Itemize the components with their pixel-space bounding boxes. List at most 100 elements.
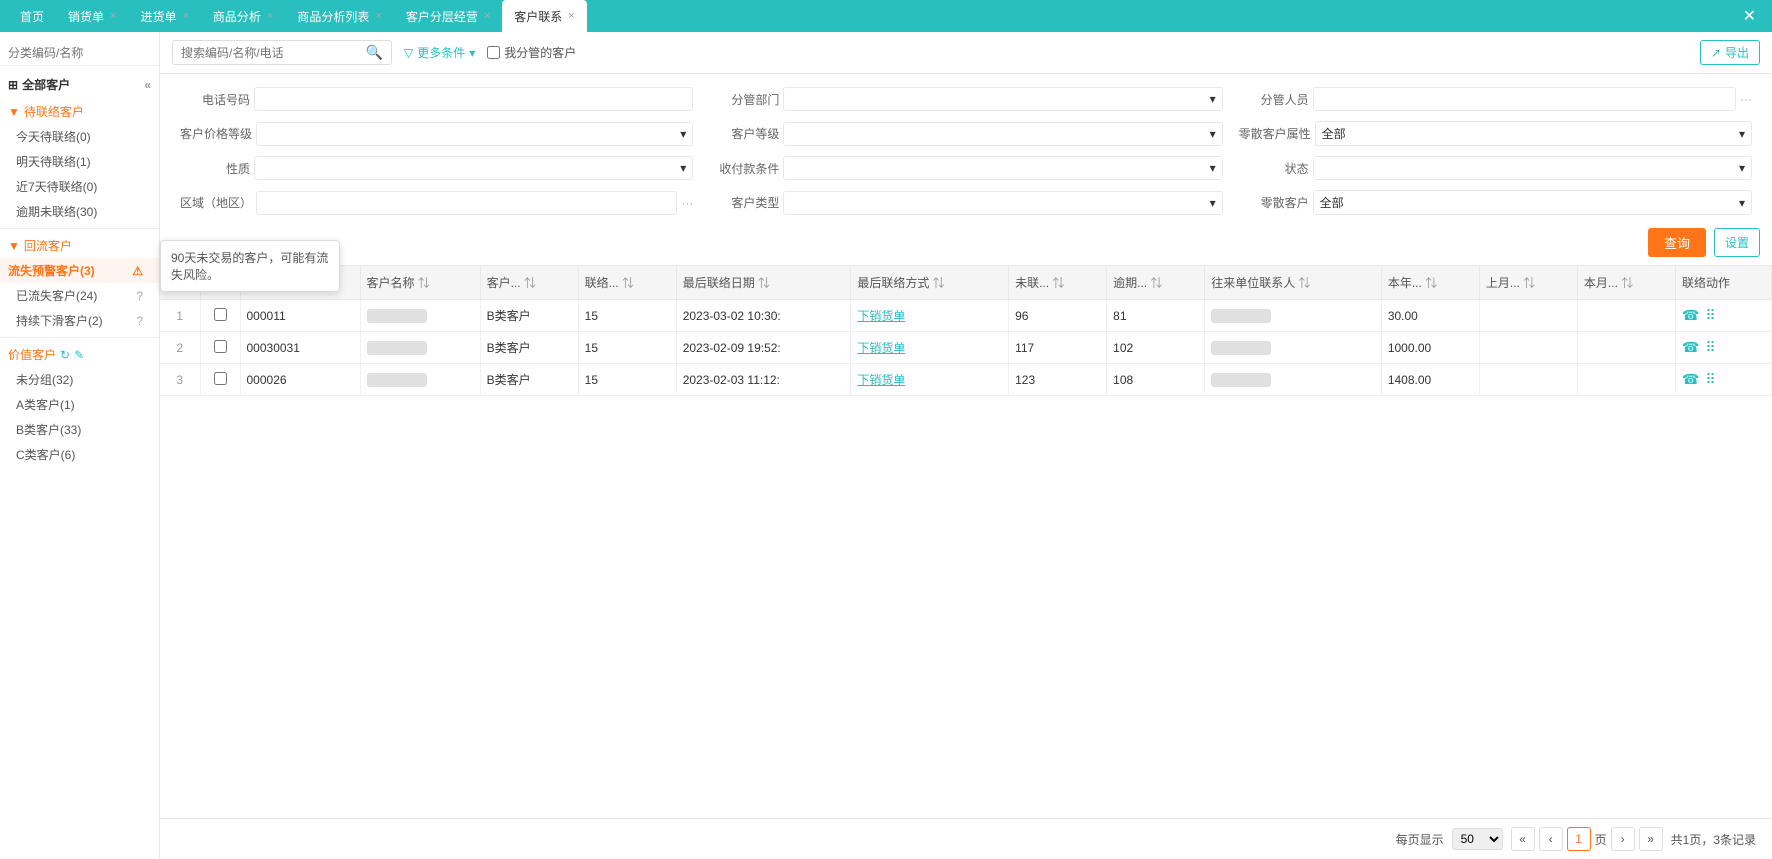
sidebar-all-customers[interactable]: ⊞ 全部客户 «	[0, 70, 159, 99]
last-page-button[interactable]: »	[1639, 827, 1663, 851]
filter-department-select[interactable]: ▾	[783, 87, 1222, 111]
sidebar-item-b-class[interactable]: B类客户(33)	[0, 417, 159, 442]
query-button[interactable]: 查询	[1648, 228, 1706, 257]
question-icon-2[interactable]: ?	[136, 314, 143, 328]
row-customer-type-0: B类客户	[480, 300, 578, 332]
sidebar-divider-1	[0, 228, 159, 229]
filter-region-dots[interactable]: ···	[681, 196, 693, 210]
tab-customer-contact[interactable]: 客户联系 ×	[502, 0, 586, 32]
filter-sparse-attr-value: 全部	[1322, 125, 1346, 142]
row-checkbox-2[interactable]	[200, 364, 240, 396]
main-search-input[interactable]	[181, 46, 366, 60]
row-method-link-1[interactable]: 下销货单	[857, 341, 905, 355]
row-last-date-0: 2023-03-02 10:30:	[676, 300, 851, 332]
filter-nature-select[interactable]: ▾	[254, 156, 693, 180]
question-icon[interactable]: ?	[136, 289, 143, 303]
more-filters-button[interactable]: ▽ 更多条件 ▾	[404, 44, 475, 61]
filter-sparse-customer-select[interactable]: 全部 ▾	[1313, 190, 1752, 215]
sort-icon-year[interactable]: ⇅	[1425, 276, 1437, 290]
sidebar-item-today[interactable]: 今天待联络(0)	[0, 124, 159, 149]
sidebar-item-churn-warning[interactable]: 流失预警客户(3) ⚠	[0, 258, 159, 283]
tab-purchase-order-close[interactable]: ×	[182, 10, 188, 22]
sort-icon-thismonth[interactable]: ⇅	[1621, 276, 1633, 290]
row-last-month-0	[1479, 300, 1577, 332]
filter-manager-select[interactable]	[1313, 87, 1736, 111]
filter-price-level-select[interactable]: ▾	[256, 122, 693, 146]
th-this-year: 本年... ⇅	[1381, 266, 1479, 300]
filter-manager-dots[interactable]: ···	[1740, 92, 1752, 106]
my-customers-checkbox[interactable]	[487, 46, 500, 59]
tab-sales-order[interactable]: 销货单 ×	[56, 0, 128, 32]
sidebar-item-declining[interactable]: 持续下滑客户(2) ?	[0, 308, 159, 333]
row-checkbox-1[interactable]	[200, 332, 240, 364]
main-search-button[interactable]: 🔍	[366, 44, 383, 61]
sort-icon-type[interactable]: ⇅	[524, 276, 536, 290]
sidebar-search-input[interactable]	[8, 46, 160, 60]
row-last-method-0[interactable]: 下销货单	[851, 300, 1009, 332]
settings-button[interactable]: 设置	[1714, 228, 1760, 257]
row-last-method-2[interactable]: 下销货单	[851, 364, 1009, 396]
sort-icon-date[interactable]: ⇅	[758, 276, 770, 290]
tab-home[interactable]: 首页	[8, 0, 56, 32]
pagination-nav: « ‹ 1 页 › »	[1511, 827, 1663, 851]
more-action-icon-1[interactable]: ⠿	[1705, 339, 1715, 356]
row-method-link-2[interactable]: 下销货单	[857, 373, 905, 387]
filter-region-select[interactable]	[256, 191, 677, 215]
more-action-icon-0[interactable]: ⠿	[1705, 307, 1715, 324]
tab-product-analysis-list-close[interactable]: ×	[375, 10, 381, 22]
filter-phone-input[interactable]	[254, 87, 693, 111]
edit-icon[interactable]: ✎	[74, 348, 84, 362]
tab-product-analysis[interactable]: 商品分析 ×	[201, 0, 285, 32]
sidebar-group-pending[interactable]: ▼ 待联络客户	[0, 99, 159, 124]
row-check-2[interactable]	[214, 372, 227, 385]
sidebar-item-churned[interactable]: 已流失客户(24) ?	[0, 283, 159, 308]
sidebar-item-ungroup[interactable]: 未分组(32)	[0, 367, 159, 392]
next-page-button[interactable]: ›	[1611, 827, 1635, 851]
tab-customer-tiering[interactable]: 客户分层经营 ×	[394, 0, 502, 32]
filter-sparse-attr-label: 零散客户属性	[1239, 125, 1311, 142]
sidebar-collapse-icon[interactable]: «	[144, 78, 151, 92]
per-page-select[interactable]: 50 100 200	[1452, 828, 1503, 850]
contact-icon-2[interactable]: ☎	[1682, 371, 1699, 388]
row-check-1[interactable]	[214, 340, 227, 353]
tab-product-analysis-close[interactable]: ×	[267, 10, 273, 22]
filter-status-select[interactable]: ▾	[1313, 156, 1752, 180]
row-checkbox-0[interactable]	[200, 300, 240, 332]
row-last-method-1[interactable]: 下销货单	[851, 332, 1009, 364]
sidebar-item-tomorrow[interactable]: 明天待联络(1)	[0, 149, 159, 174]
sort-icon-overdue[interactable]: ⇅	[1151, 276, 1163, 290]
sort-icon-uncontacted[interactable]: ⇅	[1052, 276, 1064, 290]
contact-icon-0[interactable]: ☎	[1682, 307, 1699, 324]
export-button[interactable]: ↗ 导出	[1700, 40, 1760, 65]
tab-customer-contact-close[interactable]: ×	[568, 10, 574, 22]
sidebar-group-return[interactable]: ▼ 回流客户	[0, 233, 159, 258]
sort-icon-name[interactable]: ⇅	[418, 276, 430, 290]
tab-customer-tiering-label: 客户分层经营	[406, 8, 478, 25]
tab-purchase-order[interactable]: 进货单 ×	[128, 0, 200, 32]
row-method-link-0[interactable]: 下销货单	[857, 309, 905, 323]
prev-page-button[interactable]: ‹	[1539, 827, 1563, 851]
filter-sparse-attr-select[interactable]: 全部 ▾	[1315, 121, 1752, 146]
first-page-button[interactable]: «	[1511, 827, 1535, 851]
filter-customer-level-select[interactable]: ▾	[783, 122, 1222, 146]
contact-icon-1[interactable]: ☎	[1682, 339, 1699, 356]
tab-customer-tiering-close[interactable]: ×	[484, 10, 490, 22]
refresh-icon[interactable]: ↻	[60, 348, 70, 362]
sort-icon-contact[interactable]: ⇅	[622, 276, 634, 290]
row-check-0[interactable]	[214, 308, 227, 321]
more-action-icon-2[interactable]: ⠿	[1705, 371, 1715, 388]
sidebar-item-a-class[interactable]: A类客户(1)	[0, 392, 159, 417]
sidebar-item-overdue[interactable]: 逾期未联络(30)	[0, 199, 159, 224]
total-info: 共1页，3条记录	[1671, 831, 1756, 848]
sort-icon-unit[interactable]: ⇅	[1299, 276, 1311, 290]
tab-sales-order-close[interactable]: ×	[110, 10, 116, 22]
tab-product-analysis-list[interactable]: 商品分析列表 ×	[285, 0, 393, 32]
filter-customer-type-select[interactable]: ▾	[783, 191, 1222, 215]
sidebar-item-c-class[interactable]: C类客户(6)	[0, 442, 159, 467]
sort-icon-lastmonth[interactable]: ⇅	[1523, 276, 1535, 290]
window-close-button[interactable]: ✕	[1735, 6, 1764, 26]
sidebar-group-valuable[interactable]: 价值客户 ↻ ✎	[0, 342, 159, 367]
sidebar-item-7days[interactable]: 近7天待联络(0)	[0, 174, 159, 199]
filter-payment-select[interactable]: ▾	[783, 156, 1222, 180]
sort-icon-method[interactable]: ⇅	[933, 276, 945, 290]
